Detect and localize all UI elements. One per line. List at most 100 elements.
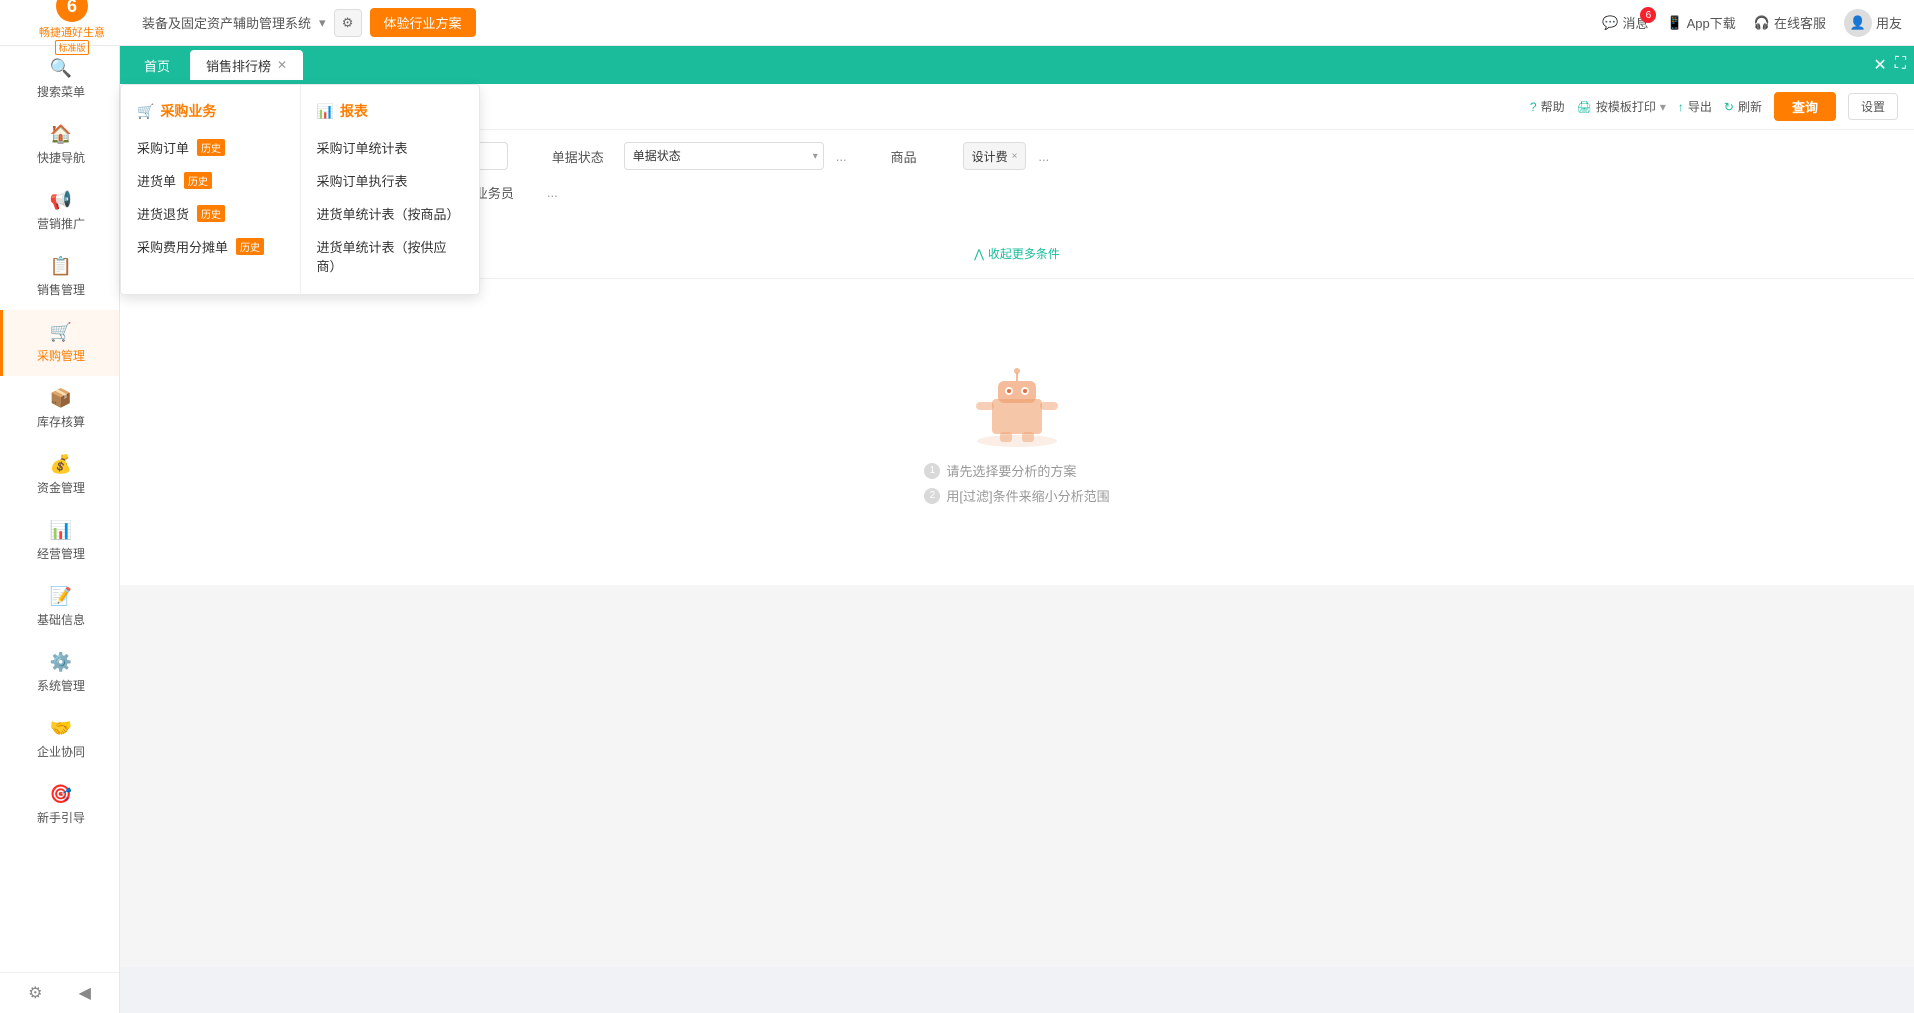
purchase-return-label: 进货退货 (137, 204, 189, 223)
dropdown-item-purchase-order[interactable]: 采购订单 历史 (121, 131, 300, 164)
dropdown-report-header: 📊 报表 (301, 97, 480, 131)
sidebar-label-operation: 经营管理 (37, 545, 85, 562)
dropdown-item-report-in-supplier[interactable]: 进货单统计表（按供应商） (301, 230, 480, 282)
report-in-goods-label: 进货单统计表（按商品） (317, 204, 460, 223)
collapse-arrow-icon: ⋀ (974, 247, 984, 261)
tip1-text: 请先选择要分析的方案 (946, 461, 1076, 480)
sidebar-item-system[interactable]: ⚙️ 系统管理 (0, 640, 119, 706)
gear-button[interactable]: ⚙ (334, 9, 362, 37)
sidebar-label-guide: 新手引导 (37, 809, 85, 826)
settings-button[interactable]: 设置 (1848, 93, 1898, 120)
app-download-btn[interactable]: 📱 App下载 (1666, 13, 1735, 32)
dropdown-item-report-order-exec[interactable]: 采购订单执行表 (301, 164, 480, 197)
salesman-dots[interactable]: ... (547, 185, 558, 200)
history-tag-1: 历史 (197, 139, 225, 156)
print-btn[interactable]: 🖨 按模板打印 ▾ (1577, 98, 1666, 115)
tip2-num: 2 (924, 488, 940, 504)
sidebar-item-search[interactable]: 🔍 搜索菜单 (0, 46, 119, 112)
logo-area: 6 畅捷通好生意 标准版 (12, 0, 132, 55)
sidebar-item-operation[interactable]: 📊 经营管理 (0, 508, 119, 574)
dropdown-report-col: 📊 报表 采购订单统计表 采购订单执行表 进货单统计表（按商品） 进货单统计表（… (301, 85, 480, 294)
export-label: 导出 (1688, 98, 1712, 115)
tab-bar-right: ✕ ⛶ (1873, 55, 1906, 75)
tab-close-window-icon[interactable]: ✕ (1873, 55, 1886, 75)
marketing-icon: 📢 (50, 190, 72, 211)
dropdown-item-report-order-stat[interactable]: 采购订单统计表 (301, 131, 480, 164)
user-btn[interactable]: 👤 用友 (1844, 9, 1902, 37)
sidebar-label-inventory: 库存核算 (37, 413, 85, 430)
help-btn[interactable]: ? 帮助 (1530, 98, 1565, 115)
refresh-btn[interactable]: ↻ 刷新 (1724, 98, 1762, 115)
message-icon: 💬 (1602, 15, 1618, 31)
goods-tag-close[interactable]: × (1012, 151, 1018, 162)
history-tag-2: 历史 (184, 172, 212, 189)
report-header-icon: 📊 (317, 103, 334, 120)
system-dropdown-arrow[interactable]: ▾ (319, 15, 326, 31)
message-badge: 6 (1640, 7, 1656, 23)
help-icon: ? (1530, 100, 1537, 114)
report-order-exec-label: 采购订单执行表 (317, 171, 408, 190)
empty-state: 1 请先选择要分析的方案 2 用[过滤]条件来缩小分析范围 (120, 279, 1914, 585)
dropdown-item-report-in-goods[interactable]: 进货单统计表（按商品） (301, 197, 480, 230)
empty-tip-1: 1 请先选择要分析的方案 (924, 461, 1076, 480)
sidebar-label-quick: 快捷导航 (37, 149, 85, 166)
dropdown-purchase-title: 采购业务 (160, 101, 216, 121)
system-icon: ⚙️ (50, 652, 72, 673)
sidebar-label-basic: 基础信息 (37, 611, 85, 628)
tab-close-icon[interactable]: ✕ (277, 58, 287, 72)
tab-home[interactable]: 首页 (128, 50, 186, 80)
phone-icon: 📱 (1666, 15, 1682, 31)
app-label: App下载 (1687, 13, 1736, 32)
online-service-btn[interactable]: 🎧 在线客服 (1754, 13, 1826, 32)
doc-status-dots[interactable]: ... (836, 149, 847, 164)
doc-status-label: 单据状态 (552, 147, 612, 166)
dropdown-item-purchase-cost[interactable]: 采购费用分摊单 历史 (121, 230, 300, 263)
tab-sales-rank[interactable]: 销售排行榜 ✕ (190, 50, 303, 80)
report-in-supplier-label: 进货单统计表（按供应商） (317, 237, 464, 275)
history-tag-4: 历史 (236, 238, 264, 255)
sidebar-item-finance[interactable]: 💰 资金管理 (0, 442, 119, 508)
sidebar-item-basic[interactable]: 📝 基础信息 (0, 574, 119, 640)
user-avatar: 👤 (1844, 9, 1872, 37)
doc-status-select[interactable]: 单据状态 (624, 142, 824, 170)
inventory-icon: 📦 (50, 388, 72, 409)
home-icon: 🏠 (50, 124, 72, 145)
query-button[interactable]: 查询 (1774, 92, 1836, 121)
purchase-icon: 🛒 (50, 322, 72, 343)
sidebar-item-purchase[interactable]: 🛒 采购管理 (0, 310, 119, 376)
sidebar-label-search: 搜索菜单 (37, 83, 85, 100)
help-label: 帮助 (1541, 98, 1565, 115)
salesman-label: 业务员 (475, 183, 535, 202)
operation-icon: 📊 (50, 520, 72, 541)
export-btn[interactable]: ↑ 导出 (1678, 98, 1712, 115)
basic-icon: 📝 (50, 586, 72, 607)
dropdown-item-purchase-in[interactable]: 进货单 历史 (121, 164, 300, 197)
top-middle: 装备及固定资产辅助管理系统 ▾ ⚙ 体验行业方案 (132, 8, 1602, 37)
sidebar-item-enterprise[interactable]: 🤝 企业协同 (0, 706, 119, 772)
empty-text: 1 请先选择要分析的方案 2 用[过滤]条件来缩小分析范围 (924, 461, 1109, 505)
industry-btn[interactable]: 体验行业方案 (370, 8, 476, 37)
goods-tag: 设计费 × (963, 142, 1027, 170)
refresh-icon: ↻ (1724, 100, 1734, 114)
purchase-order-label: 采购订单 (137, 138, 189, 157)
sidebar-item-guide[interactable]: 🎯 新手引导 (0, 772, 119, 838)
tab-expand-icon[interactable]: ⛶ (1895, 55, 1906, 75)
dropdown-item-purchase-return[interactable]: 进货退货 历史 (121, 197, 300, 230)
message-btn[interactable]: 💬 消息 6 (1602, 13, 1648, 32)
sidebar-label-marketing: 营销推广 (37, 215, 85, 232)
goods-label: 商品 (891, 147, 951, 166)
top-right: 💬 消息 6 📱 App下载 🎧 在线客服 👤 用友 (1602, 9, 1902, 37)
sidebar-item-marketing[interactable]: 📢 营销推广 (0, 178, 119, 244)
sidebar-item-sales[interactable]: 📋 销售管理 (0, 244, 119, 310)
refresh-label: 刷新 (1738, 98, 1762, 115)
sales-icon: 📋 (50, 256, 72, 277)
collapse-label: 收起更多条件 (988, 245, 1060, 262)
report-order-stat-label: 采购订单统计表 (317, 138, 408, 157)
goods-dots[interactable]: ... (1038, 149, 1049, 164)
print-dropdown-icon[interactable]: ▾ (1660, 100, 1666, 114)
logo-icon: 6 (56, 0, 88, 22)
sidebar-item-inventory[interactable]: 📦 库存核算 (0, 376, 119, 442)
top-bar: 6 畅捷通好生意 标准版 装备及固定资产辅助管理系统 ▾ ⚙ 体验行业方案 💬 … (0, 0, 1914, 46)
sidebar-item-quick[interactable]: 🏠 快捷导航 (0, 112, 119, 178)
goods-tag-text: 设计费 (972, 148, 1008, 165)
